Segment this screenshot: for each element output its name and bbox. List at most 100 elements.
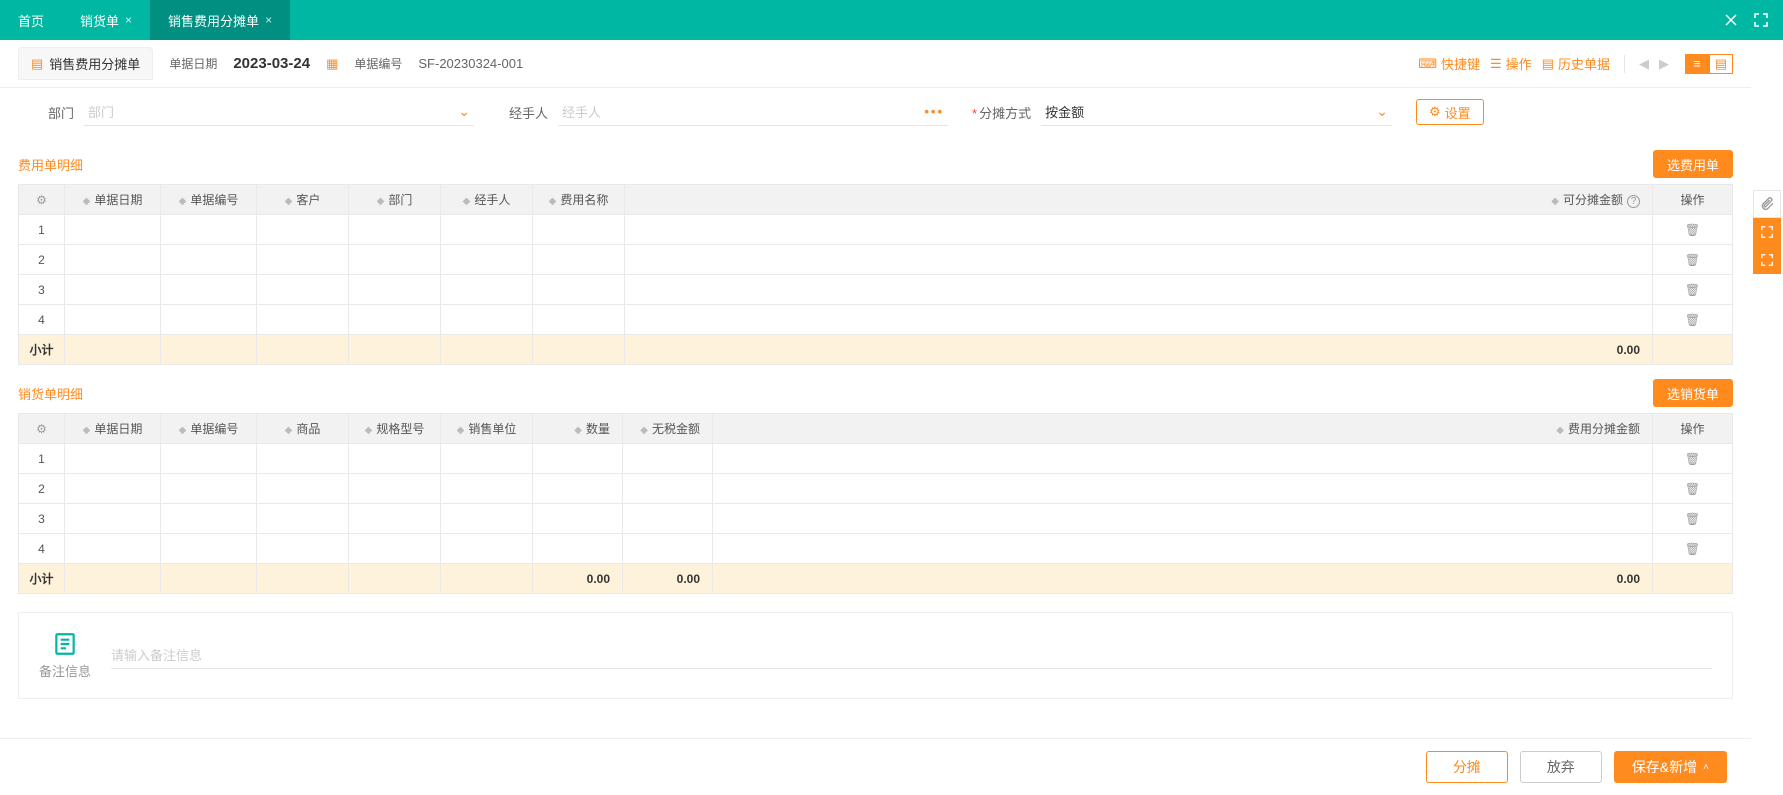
docno-label: 单据编号 xyxy=(354,55,402,72)
label: 快捷键 xyxy=(1441,54,1480,73)
filter-handler: 经手人 经手人 ••• xyxy=(498,98,948,126)
col-handler[interactable]: ◆经手人 xyxy=(441,185,533,215)
delete-icon[interactable]: 🗑 xyxy=(1685,542,1700,556)
fullscreen-icon[interactable] xyxy=(1753,12,1769,28)
tab-label: 销售费用分摊单 xyxy=(168,11,259,30)
document-header: ▤ 销售费用分摊单 单据日期 2023-03-24 ▦ 单据编号 SF-2023… xyxy=(0,40,1751,88)
table-row[interactable]: 2🗑 xyxy=(19,474,1733,504)
shortcut-button[interactable]: ⌨快捷键 xyxy=(1418,54,1480,73)
col-date[interactable]: ◆单据日期 xyxy=(65,414,161,444)
subtotal-row: 小计0.000.000.00 xyxy=(19,564,1733,594)
delete-icon[interactable]: 🗑 xyxy=(1685,313,1700,327)
history-icon: ▤ xyxy=(1542,56,1554,72)
delete-icon[interactable]: 🗑 xyxy=(1685,512,1700,526)
col-fee-name[interactable]: ◆费用名称 xyxy=(533,185,625,215)
right-rail xyxy=(1751,40,1783,795)
filter-row: 部门 部门 ⌄ 经手人 经手人 ••• *分摊方式 按金额 ⌄ ⚙设置 xyxy=(0,88,1751,144)
select-expense-button[interactable]: 选费用单 xyxy=(1653,150,1733,178)
delete-icon[interactable]: 🗑 xyxy=(1685,482,1700,496)
more-icon: ••• xyxy=(924,104,944,119)
doc-icon: ▤ xyxy=(31,56,43,72)
prev-arrow-icon[interactable]: ◀ xyxy=(1639,56,1655,72)
col-notax[interactable]: ◆无税金额 xyxy=(623,414,713,444)
subtotal-row: 小计0.00 xyxy=(19,335,1733,365)
section-header: 费用单明细 选费用单 xyxy=(18,150,1733,178)
handler-select[interactable]: 经手人 ••• xyxy=(558,98,948,126)
table-row[interactable]: 4🗑 xyxy=(19,305,1733,335)
select-sales-button[interactable]: 选销货单 xyxy=(1653,379,1733,407)
col-alloc-amt[interactable]: ◆可分摊金额? xyxy=(625,185,1653,215)
tabs-container: 首页 销货单 × 销售费用分摊单 × xyxy=(0,0,290,40)
expand2-button[interactable] xyxy=(1753,246,1781,274)
delete-icon[interactable]: 🗑 xyxy=(1685,253,1700,267)
chevron-up-icon: ˄ xyxy=(1703,762,1709,773)
close-icon[interactable]: × xyxy=(125,13,132,27)
table-row[interactable]: 3🗑 xyxy=(19,275,1733,305)
close-icon[interactable]: × xyxy=(265,13,272,27)
tab-sales-expense[interactable]: 销售费用分摊单 × xyxy=(150,0,290,40)
date-value[interactable]: 2023-03-24 xyxy=(233,55,310,72)
attachment-button[interactable] xyxy=(1753,190,1781,218)
doc-title: 销售费用分摊单 xyxy=(49,54,140,73)
col-unit[interactable]: ◆销售单位 xyxy=(441,414,533,444)
table-row[interactable]: 1🗑 xyxy=(19,444,1733,474)
view-grid-button[interactable]: ▤ xyxy=(1709,54,1733,74)
table-row[interactable]: 2🗑 xyxy=(19,245,1733,275)
method-select[interactable]: 按金额 ⌄ xyxy=(1041,98,1392,126)
table-row[interactable]: 1🗑 xyxy=(19,215,1733,245)
placeholder: 部门 xyxy=(88,102,114,121)
remarks-panel: 备注信息 xyxy=(18,612,1733,699)
gear-icon: ☰ xyxy=(1490,56,1502,72)
tab-home[interactable]: 首页 xyxy=(0,0,62,40)
delete-icon[interactable]: 🗑 xyxy=(1685,283,1700,297)
delete-icon[interactable]: 🗑 xyxy=(1685,223,1700,237)
save-new-button[interactable]: 保存&新增 ˄ xyxy=(1614,751,1727,783)
docno-value: SF-20230324-001 xyxy=(418,56,523,71)
allocate-button[interactable]: 分摊 xyxy=(1426,751,1508,783)
section-title: 销货单明细 xyxy=(18,384,83,403)
ops-button[interactable]: ☰操作 xyxy=(1490,54,1532,73)
view-toggle: ≡ ▤ xyxy=(1685,54,1733,74)
col-product[interactable]: ◆商品 xyxy=(257,414,349,444)
col-date[interactable]: ◆单据日期 xyxy=(65,185,161,215)
next-arrow-icon[interactable]: ▶ xyxy=(1659,56,1675,72)
label: 历史单据 xyxy=(1558,54,1610,73)
tab-sales-bill[interactable]: 销货单 × xyxy=(62,0,150,40)
col-no[interactable]: ◆单据编号 xyxy=(161,185,257,215)
top-tabs-bar: 首页 销货单 × 销售费用分摊单 × xyxy=(0,0,1783,40)
section-header: 销货单明细 选销货单 xyxy=(18,379,1733,407)
gear-column[interactable]: ⚙ xyxy=(19,185,65,215)
col-dept[interactable]: ◆部门 xyxy=(349,185,441,215)
col-no[interactable]: ◆单据编号 xyxy=(161,414,257,444)
expand-button[interactable] xyxy=(1753,218,1781,246)
label: 保存&新增 xyxy=(1632,757,1697,777)
close-all-icon[interactable] xyxy=(1723,12,1739,28)
keyboard-icon: ⌨ xyxy=(1418,56,1437,72)
col-fee-alloc[interactable]: ◆费用分摊金额 xyxy=(713,414,1653,444)
col-spec[interactable]: ◆规格型号 xyxy=(349,414,441,444)
note-icon xyxy=(52,631,78,657)
section-title: 费用单明细 xyxy=(18,155,83,174)
history-button[interactable]: ▤历史单据 xyxy=(1542,54,1610,73)
table-row[interactable]: 3🗑 xyxy=(19,504,1733,534)
nav-arrows: ◀ ▶ xyxy=(1639,56,1675,72)
value: 按金额 xyxy=(1045,102,1084,121)
gear-icon: ⚙ xyxy=(1429,104,1441,120)
help-icon[interactable]: ? xyxy=(1627,195,1640,208)
remarks-label: 备注信息 xyxy=(39,661,91,680)
header-actions: ⌨快捷键 ☰操作 ▤历史单据 ◀ ▶ ≡ ▤ xyxy=(1418,54,1733,74)
dept-select[interactable]: 部门 ⌄ xyxy=(84,98,474,126)
col-qty[interactable]: ◆数量 xyxy=(533,414,623,444)
calendar-icon[interactable]: ▦ xyxy=(326,56,338,72)
settings-button[interactable]: ⚙设置 xyxy=(1416,99,1484,125)
discard-button[interactable]: 放弃 xyxy=(1520,751,1602,783)
label: 操作 xyxy=(1506,54,1532,73)
delete-icon[interactable]: 🗑 xyxy=(1685,452,1700,466)
remarks-icon-col: 备注信息 xyxy=(39,631,91,680)
tab-label: 销货单 xyxy=(80,11,119,30)
col-customer[interactable]: ◆客户 xyxy=(257,185,349,215)
view-list-button[interactable]: ≡ xyxy=(1685,54,1709,74)
gear-column[interactable]: ⚙ xyxy=(19,414,65,444)
table-row[interactable]: 4🗑 xyxy=(19,534,1733,564)
remarks-input[interactable] xyxy=(111,643,1712,669)
